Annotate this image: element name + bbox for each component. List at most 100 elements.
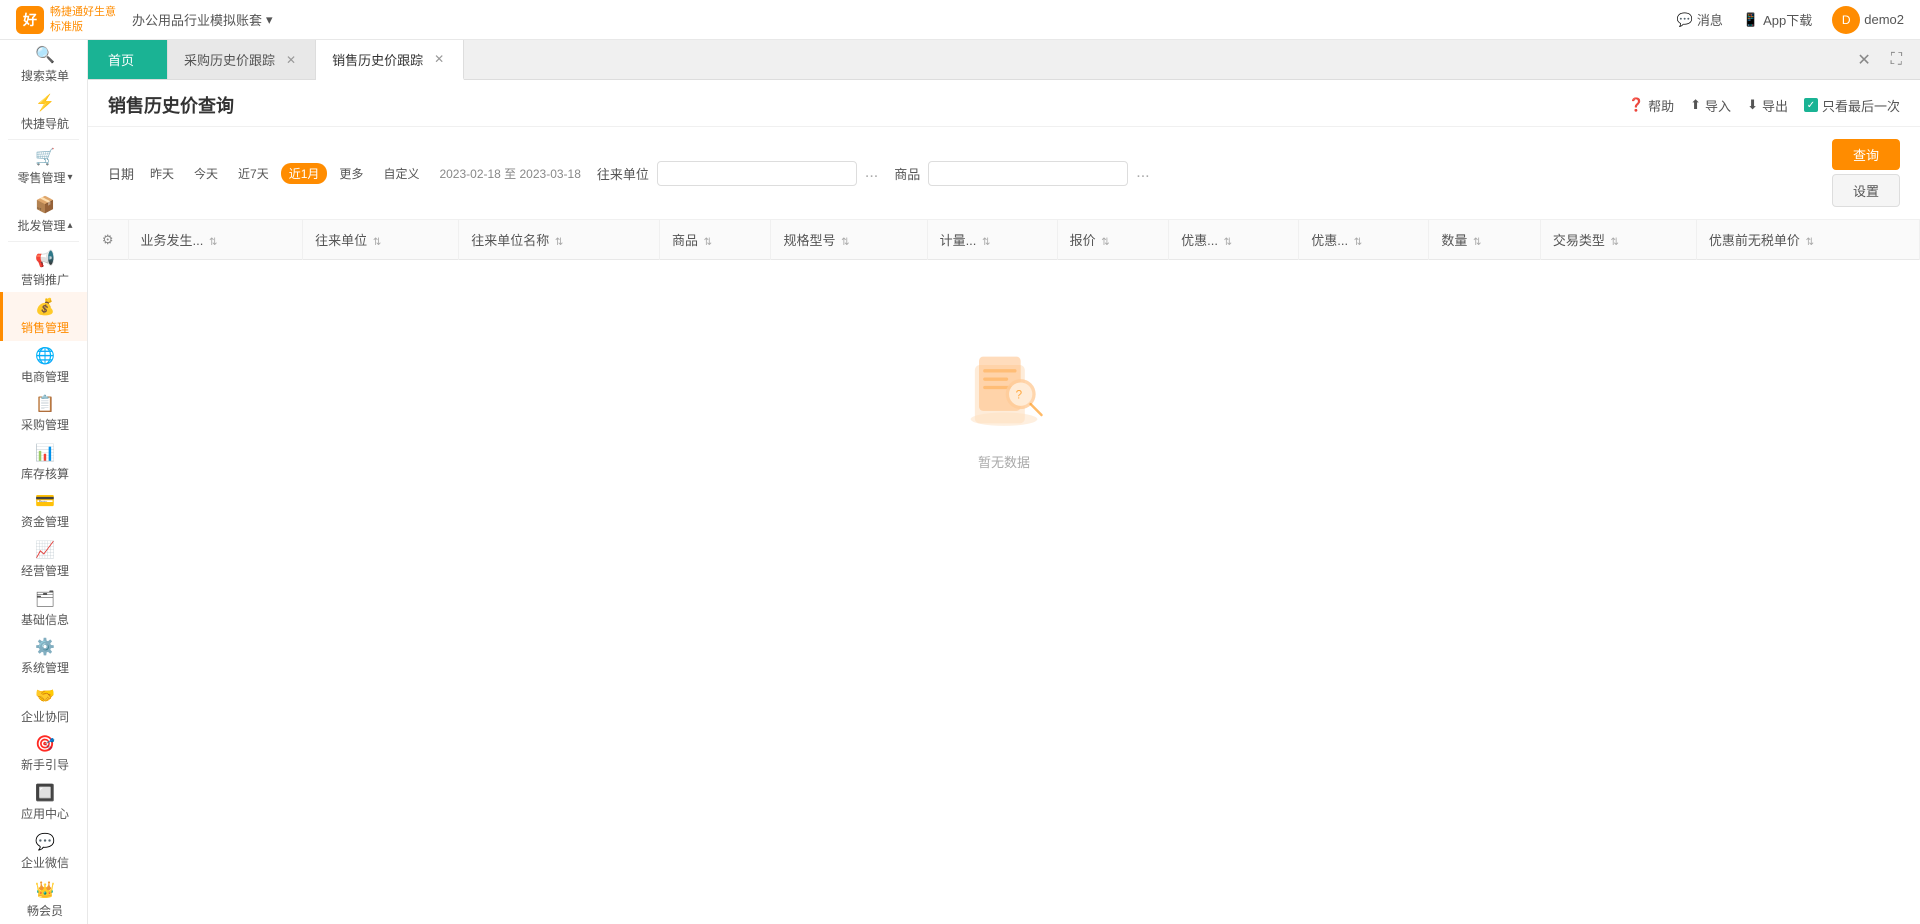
date-btn-custom[interactable]: 自定义 xyxy=(375,163,427,184)
sidebar-item-label: 采购管理 xyxy=(21,416,69,433)
date-btn-yesterday[interactable]: 昨天 xyxy=(142,163,182,184)
sort-arrows-partner-code[interactable]: ⇅ xyxy=(373,237,381,248)
app-selector[interactable]: 办公用品行业模拟账套 ▾ xyxy=(124,6,281,33)
sidebar-item-member[interactable]: 👑 畅会员 xyxy=(0,875,87,924)
th-discount2: 优惠... ⇅ xyxy=(1299,220,1429,260)
apps-icon: 🔲 xyxy=(35,783,55,803)
table-settings-icon[interactable]: ⚙ xyxy=(102,232,114,247)
tab-purchase-history[interactable]: 采购历史价跟踪 ✕ xyxy=(168,40,316,79)
th-quantity: 数量 ⇅ xyxy=(1429,220,1541,260)
th-spec: 规格型号 ⇅ xyxy=(771,220,927,260)
header-right: 💬 消息 📱 App下载 D demo2 xyxy=(1677,6,1904,34)
partner-label: 往来单位 xyxy=(597,164,649,183)
checkbox-icon xyxy=(1804,98,1818,112)
sort-arrows-discount2[interactable]: ⇅ xyxy=(1354,237,1362,248)
sidebar-item-basic[interactable]: 🗂 基础信息 xyxy=(0,584,87,633)
sort-arrows-trade-type[interactable]: ⇅ xyxy=(1610,237,1618,248)
sidebar-item-retail[interactable]: 🛒 零售管理 ▾ xyxy=(0,142,87,191)
tab-home[interactable]: 首页 xyxy=(88,40,168,79)
ecommerce-icon: 🌐 xyxy=(35,346,55,366)
th-partner-name: 往来单位名称 ⇅ xyxy=(459,220,660,260)
sort-arrows-pretax-price[interactable]: ⇅ xyxy=(1806,237,1814,248)
th-pretax-price: 优惠前无税单价 ⇅ xyxy=(1696,220,1919,260)
only-last-checkbox[interactable]: 只看最后一次 xyxy=(1804,96,1900,115)
user-action[interactable]: D demo2 xyxy=(1832,6,1904,34)
sort-arrows-quantity[interactable]: ⇅ xyxy=(1473,237,1481,248)
date-btn-more[interactable]: 更多 xyxy=(331,163,371,184)
sidebar-item-marketing[interactable]: 📢 营销推广 xyxy=(0,244,87,293)
import-button[interactable]: ⬆ 导入 xyxy=(1690,96,1731,115)
chevron-down-icon: ▾ xyxy=(266,12,273,28)
product-dots-button[interactable]: ... xyxy=(1136,164,1149,182)
sidebar-item-label: 搜索菜单 xyxy=(21,67,69,84)
sidebar-item-search[interactable]: 🔍 搜索菜单 xyxy=(0,40,87,89)
message-icon: 💬 xyxy=(1677,12,1693,28)
filter-bar: 日期 昨天 今天 近7天 近1月 更多 自定义 2023-02-18 至 202… xyxy=(88,127,1920,220)
sidebar-separator xyxy=(8,139,79,140)
sidebar-item-label: 零售管理 xyxy=(17,169,65,186)
sidebar-item-enterprise[interactable]: 🤝 企业协同 xyxy=(0,681,87,730)
sidebar-item-system[interactable]: ⚙️ 系统管理 xyxy=(0,632,87,681)
sidebar-item-finance[interactable]: 💳 资金管理 xyxy=(0,487,87,536)
sort-arrows-partner-name[interactable]: ⇅ xyxy=(555,237,563,248)
sidebar-item-label: 企业协同 xyxy=(21,708,69,725)
maximize-icon[interactable]: ⛶ xyxy=(1885,49,1908,71)
date-btn-today[interactable]: 今天 xyxy=(186,163,226,184)
sidebar-item-ecommerce[interactable]: 🌐 电商管理 xyxy=(0,341,87,390)
tab-close-sales[interactable]: ✕ xyxy=(431,51,447,67)
sidebar-item-wholesale[interactable]: 📦 批发管理 ▴ xyxy=(0,190,87,239)
chevron-down-icon: ▾ xyxy=(67,172,72,183)
partner-input[interactable] xyxy=(657,161,857,186)
settings-button[interactable]: 设置 xyxy=(1832,174,1900,207)
sidebar-item-label: 经营管理 xyxy=(21,562,69,579)
sidebar-item-label: 资金管理 xyxy=(21,513,69,530)
product-input[interactable] xyxy=(928,161,1128,186)
app-download-action[interactable]: 📱 App下载 xyxy=(1743,10,1812,29)
data-table: ⚙ 业务发生... ⇅ 往来单位 ⇅ 往来单位名称 xyxy=(88,220,1920,260)
help-button[interactable]: ❓ 帮助 xyxy=(1628,96,1674,115)
tab-close-purchase[interactable]: ✕ xyxy=(283,52,299,68)
tab-bar: 首页 采购历史价跟踪 ✕ 销售历史价跟踪 ✕ ✕ ⛶ xyxy=(88,40,1920,80)
logo-icon: 好 xyxy=(16,6,44,34)
date-btn-7days[interactable]: 近7天 xyxy=(230,163,277,184)
sidebar-item-label: 系统管理 xyxy=(21,659,69,676)
sidebar-item-label: 企业微信 xyxy=(21,854,69,871)
sidebar-item-apps[interactable]: 🔲 应用中心 xyxy=(0,778,87,827)
sidebar-item-inventory[interactable]: 📊 库存核算 xyxy=(0,438,87,487)
sort-arrows-spec[interactable]: ⇅ xyxy=(841,237,849,248)
page-header-actions: ❓ 帮助 ⬆ 导入 ⬇ 导出 只看最后一次 xyxy=(1628,96,1900,115)
help-icon: ❓ xyxy=(1628,97,1644,113)
date-shortcuts: 昨天 今天 近7天 近1月 更多 自定义 xyxy=(142,163,427,184)
sidebar-item-operations[interactable]: 📈 经营管理 xyxy=(0,535,87,584)
message-action[interactable]: 💬 消息 xyxy=(1677,10,1723,29)
close-window-icon[interactable]: ✕ xyxy=(1851,48,1876,72)
sidebar-item-quick-nav[interactable]: ⚡ 快捷导航 xyxy=(0,89,87,138)
system-icon: ⚙️ xyxy=(35,637,55,657)
partner-dots-button[interactable]: ... xyxy=(865,164,878,182)
sort-arrows-discount1[interactable]: ⇅ xyxy=(1224,237,1232,248)
date-range-display: 2023-02-18 至 2023-03-18 xyxy=(439,165,580,182)
empty-state-text: 暂无数据 xyxy=(978,452,1030,471)
sidebar-item-wechat[interactable]: 💬 企业微信 xyxy=(0,827,87,876)
tab-sales-history[interactable]: 销售历史价跟踪 ✕ xyxy=(316,40,464,80)
sidebar-item-sales[interactable]: 💰 销售管理 xyxy=(0,292,87,341)
basic-icon: 🗂 xyxy=(35,589,55,609)
content-area: 首页 采购历史价跟踪 ✕ 销售历史价跟踪 ✕ ✕ ⛶ 销售历史价查询 xyxy=(88,40,1920,924)
export-button[interactable]: ⬇ 导出 xyxy=(1747,96,1788,115)
tab-bar-actions: ✕ ⛶ xyxy=(1839,40,1920,79)
member-icon: 👑 xyxy=(35,880,55,900)
header-left: 好 畅捷通好生意 标准版 办公用品行业模拟账套 ▾ xyxy=(16,5,281,34)
sidebar-item-purchase[interactable]: 📋 采购管理 xyxy=(0,390,87,439)
date-btn-1month[interactable]: 近1月 xyxy=(281,163,328,184)
top-header: 好 畅捷通好生意 标准版 办公用品行业模拟账套 ▾ 💬 消息 📱 App下载 D… xyxy=(0,0,1920,40)
sort-arrows-unit[interactable]: ⇅ xyxy=(982,237,990,248)
query-button[interactable]: 查询 xyxy=(1832,139,1900,170)
sidebar-item-guide[interactable]: 🎯 新手引导 xyxy=(0,730,87,779)
th-settings: ⚙ xyxy=(88,220,128,260)
logo-text: 畅捷通好生意 标准版 xyxy=(50,5,116,34)
sort-arrows-quote[interactable]: ⇅ xyxy=(1101,237,1109,248)
sidebar-item-label: 应用中心 xyxy=(21,805,69,822)
sort-arrows-biz-date[interactable]: ⇅ xyxy=(209,237,217,248)
sidebar-item-label: 库存核算 xyxy=(21,465,69,482)
sort-arrows-product[interactable]: ⇅ xyxy=(704,237,712,248)
